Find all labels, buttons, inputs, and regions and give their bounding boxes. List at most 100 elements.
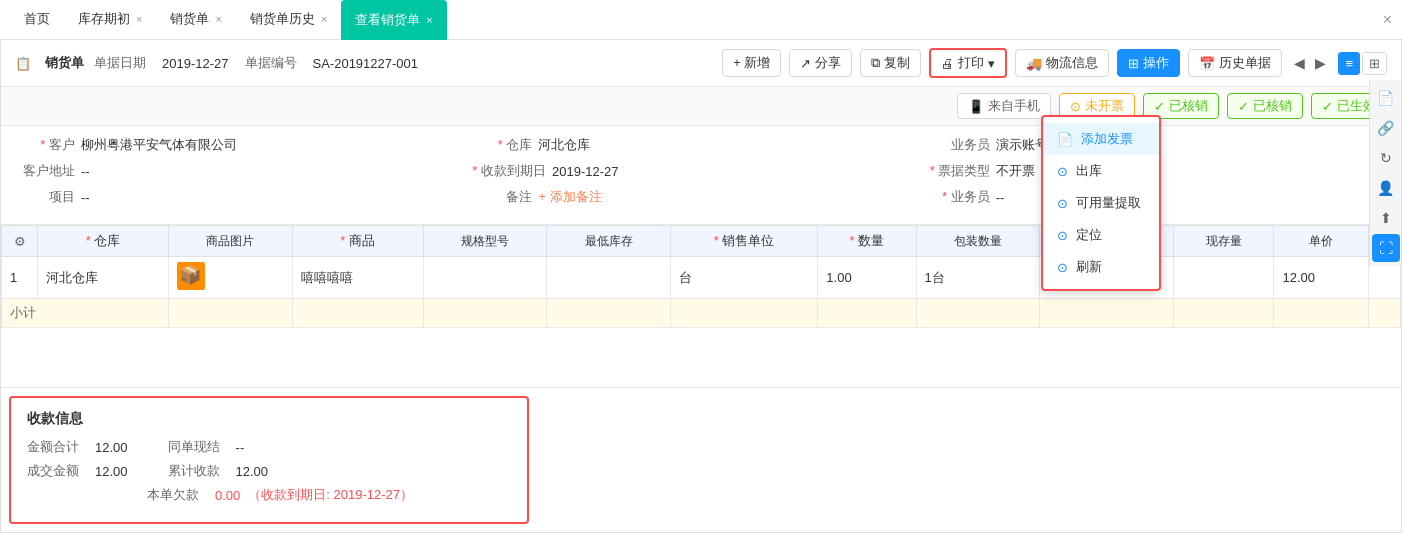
note-field: 备注 + 添加备注 [472, 188, 929, 206]
bottom-section: 收款信息 金额合计 12.00 同单现结 -- 成交金额 12.00 累计收款 [1, 387, 1401, 532]
warehouse-value: 河北仓库 [538, 136, 590, 154]
row-unit-price: 12.00 [1274, 257, 1368, 299]
cumulative-payment-value: 12.00 [236, 464, 269, 479]
same-order-field: 同单现结 -- [168, 438, 245, 456]
number-value: SA-20191227-001 [313, 56, 419, 71]
tab-sales-history-label: 销货单历史 [250, 10, 315, 28]
share-button[interactable]: ↗ 分享 [789, 49, 852, 77]
logistics-button[interactable]: 🚚 物流信息 [1015, 49, 1109, 77]
payment-info: 收款信息 金额合计 12.00 同单现结 -- 成交金额 12.00 累计收款 [9, 396, 529, 524]
row-qty: 1.00 [818, 257, 916, 299]
due-date-field: 收款到期日 2019-12-27 [472, 162, 929, 180]
due-date-value: 2019-12-27 [552, 164, 619, 179]
grid-view-button[interactable]: ⊞ [1362, 52, 1387, 75]
new-button[interactable]: + 新增 [722, 49, 781, 77]
sidebar-fullscreen-icon[interactable]: ⛶ [1372, 234, 1400, 262]
sold-button[interactable]: ✓ 已核销 [1227, 93, 1303, 119]
address-label: 客户地址 [15, 162, 75, 180]
same-order-label: 同单现结 [168, 438, 228, 456]
subtotal-col-6 [670, 299, 818, 328]
col-unit-price: 单价 [1274, 226, 1368, 257]
tab-inventory-init[interactable]: 库存期初 × [64, 0, 156, 40]
col-spec: 规格型号 [423, 226, 547, 257]
staff-value: 演示账号 [996, 136, 1048, 154]
tab-home[interactable]: 首页 [10, 0, 64, 40]
grid-icon: ⊞ [1128, 56, 1139, 71]
tab-inventory-init-label: 库存期初 [78, 10, 130, 28]
col-product-img: 商品图片 [169, 226, 293, 257]
transaction-amount-field: 成交金额 12.00 [27, 462, 128, 480]
project-value: -- [81, 190, 90, 205]
outbound-item[interactable]: ⊙ 出库 [1043, 155, 1159, 187]
tab-sales-history[interactable]: 销货单历史 × [236, 0, 341, 40]
due-date-note: （收款到期日: 2019-12-27） [248, 486, 413, 504]
form-row-3: 项目 -- 备注 + 添加备注 业务员 -- [15, 188, 1387, 206]
tab-home-label: 首页 [24, 10, 50, 28]
subtotal-col-10 [1173, 299, 1274, 328]
form-row-1: 客户 柳州粤港平安气体有限公司 仓库 河北仓库 业务员 演示账号 [15, 136, 1387, 154]
customer-label: 客户 [15, 136, 75, 154]
sidebar-export-icon[interactable]: ⬆ [1372, 204, 1400, 232]
copy-icon: ⧉ [871, 55, 880, 71]
transaction-amount-value: 12.00 [95, 464, 128, 479]
from-phone-button[interactable]: 📱 来自手机 [957, 93, 1051, 119]
tab-sales-history-close[interactable]: × [321, 13, 327, 25]
sidebar-refresh-icon[interactable]: ↻ [1372, 144, 1400, 172]
sidebar-user-icon[interactable]: 👤 [1372, 174, 1400, 202]
share-icon: ↗ [800, 56, 811, 71]
operation-button[interactable]: ⊞ 操作 [1117, 49, 1180, 77]
total-amount-field: 金额合计 12.00 [27, 438, 128, 456]
add-invoice-label: 添加发票 [1081, 130, 1133, 148]
status-bar: 📱 来自手机 ⊙ 未开票 ✓ 已核销 ✓ 已核销 ✓ 已生效 [1, 87, 1401, 126]
col-qty: 数量 [818, 226, 916, 257]
sidebar-link-icon[interactable]: 🔗 [1372, 114, 1400, 142]
print-button[interactable]: 🖨 打印 ▾ [929, 48, 1007, 78]
prev-arrow[interactable]: ◀ [1290, 53, 1309, 73]
doc-type-icon: 📋 [15, 56, 31, 71]
address-field: 客户地址 -- [15, 162, 472, 180]
main-content: 📋 销货单 单据日期 2019-12-27 单据编号 SA-20191227-0… [0, 40, 1402, 533]
print-icon: 🖨 [941, 56, 954, 71]
locate-item[interactable]: ⊙ 定位 [1043, 219, 1159, 251]
add-invoice-item[interactable]: 📄 添加发票 [1043, 123, 1159, 155]
doc-meta: 单据日期 2019-12-27 单据编号 SA-20191227-001 [94, 54, 418, 72]
history-button[interactable]: 📅 历史单据 [1188, 49, 1282, 77]
subtotal-col-2 [169, 299, 293, 328]
row-product-img [169, 257, 293, 299]
doc-title-area: 📋 销货单 单据日期 2019-12-27 单据编号 SA-20191227-0… [15, 54, 418, 72]
window-close-button[interactable]: × [1383, 11, 1392, 29]
tab-view-sales-close[interactable]: × [426, 14, 432, 26]
payment-row-3: 本单欠款 0.00 （收款到期日: 2019-12-27） [27, 486, 511, 504]
available-extract-item[interactable]: ⊙ 可用量提取 [1043, 187, 1159, 219]
next-arrow[interactable]: ▶ [1311, 53, 1330, 73]
ticket-type-value: 不开票 [996, 162, 1035, 180]
logistics-icon: 🚚 [1026, 56, 1042, 71]
project-field: 项目 -- [15, 188, 472, 206]
tab-sales-order-close[interactable]: × [215, 13, 221, 25]
tab-sales-order[interactable]: 销货单 × [156, 0, 235, 40]
ticket-icon: ⊙ [1070, 99, 1081, 114]
toolbar: + 新增 ↗ 分享 ⧉ 复制 🖨 打印 ▾ 🚚 物流信息 ⊞ 操作 [722, 48, 1387, 78]
col-min-stock: 最低库存 [547, 226, 671, 257]
tab-inventory-init-close[interactable]: × [136, 13, 142, 25]
product-image [177, 262, 205, 290]
payment-row-2: 成交金额 12.00 累计收款 12.00 [27, 462, 511, 480]
row-pack-qty: 1台 [916, 257, 1040, 299]
tab-view-sales[interactable]: 查看销货单 × [341, 0, 446, 40]
subtotal-row: 小计 [2, 299, 1401, 328]
copy-button[interactable]: ⧉ 复制 [860, 49, 921, 77]
outbound-icon: ⊙ [1057, 164, 1068, 179]
list-view-button[interactable]: ≡ [1338, 52, 1360, 75]
effective-check-icon: ✓ [1322, 99, 1333, 114]
table-row: 1 河北仓库 嘻嘻嘻嘻 台 1.00 1台 12.00 [2, 257, 1401, 299]
row-min-stock [547, 257, 671, 299]
settings-gear-icon[interactable]: ⚙ [14, 234, 26, 249]
sidebar-doc-icon[interactable]: 📄 [1372, 84, 1400, 112]
add-note-button[interactable]: + 添加备注 [538, 188, 601, 206]
view-toggle: ≡ ⊞ [1338, 52, 1387, 75]
subtotal-col-7 [818, 299, 916, 328]
doc-header: 📋 销货单 单据日期 2019-12-27 单据编号 SA-20191227-0… [1, 40, 1401, 87]
refresh-item[interactable]: ⊙ 刷新 [1043, 251, 1159, 283]
form-area: 客户 柳州粤港平安气体有限公司 仓库 河北仓库 业务员 演示账号 客户地址 --… [1, 126, 1401, 225]
customer-field: 客户 柳州粤港平安气体有限公司 [15, 136, 472, 154]
